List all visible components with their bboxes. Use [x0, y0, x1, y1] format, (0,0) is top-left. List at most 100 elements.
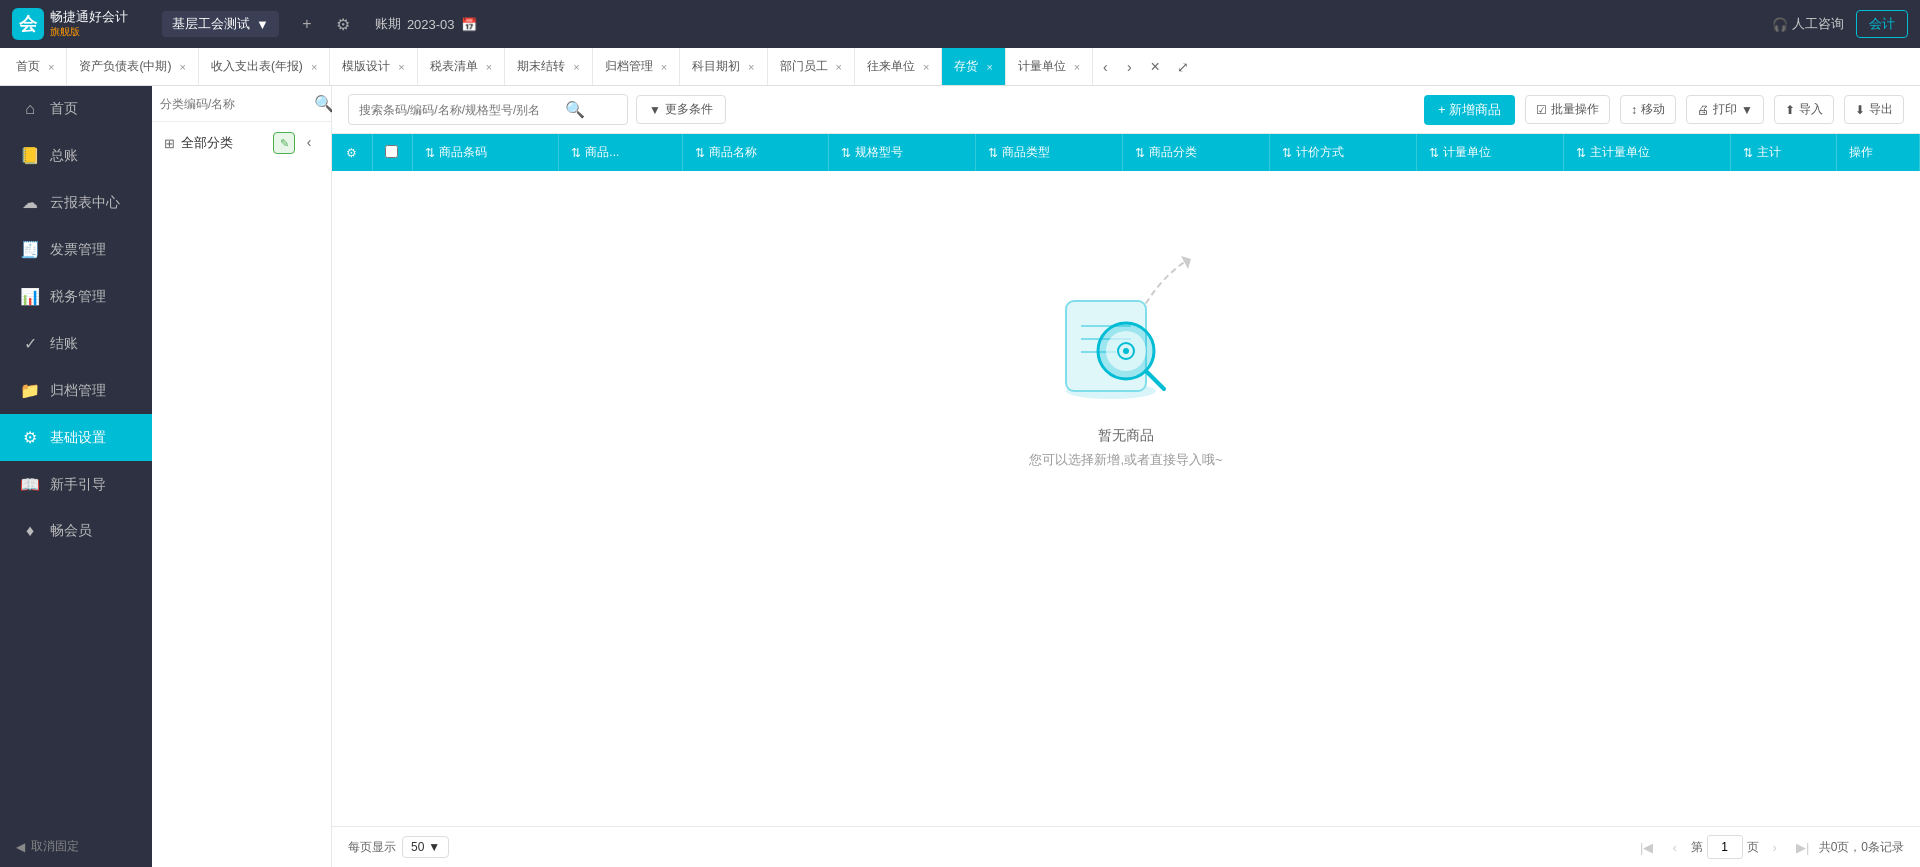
tab-close-icon[interactable]: × — [48, 61, 54, 73]
sidebar-item-reports[interactable]: ☁ 云报表中心 — [0, 179, 152, 226]
sidebar-label: 新手引导 — [50, 476, 106, 494]
tab-unit[interactable]: 计量单位 × — [1006, 48, 1093, 86]
tab-close-icon[interactable]: × — [986, 61, 992, 73]
edit-category-button[interactable]: ✎ — [273, 132, 295, 154]
settings-button[interactable]: ⚙ — [329, 10, 357, 38]
sidebar-item-guide[interactable]: 📖 新手引导 — [0, 461, 152, 508]
tab-subject[interactable]: 科目期初 × — [680, 48, 767, 86]
toolbar: 🔍 ▼ 更多条件 + 新增商品 ☑ 批量操作 ↕ — [332, 86, 1920, 134]
tab-close-icon[interactable]: × — [486, 61, 492, 73]
account-button[interactable]: 会计 — [1856, 10, 1908, 38]
tab-prev-button[interactable]: ‹ — [1093, 48, 1117, 86]
page-first-button[interactable]: |◀ — [1635, 835, 1659, 859]
page-last-button[interactable]: ▶| — [1791, 835, 1815, 859]
page-number-input[interactable] — [1707, 835, 1743, 859]
tab-inventory[interactable]: 存货 × — [942, 48, 1005, 86]
page-next-button[interactable]: › — [1763, 835, 1787, 859]
settings-column-header[interactable]: ⚙ — [332, 134, 372, 171]
checkbox-column-header[interactable] — [372, 134, 412, 171]
tab-period-end[interactable]: 期末结转 × — [505, 48, 592, 86]
type-column-header[interactable]: ⇅商品类型 — [976, 134, 1123, 171]
tab-close-icon[interactable]: × — [661, 61, 667, 73]
tab-label: 部门员工 — [780, 58, 828, 75]
sidebar-item-ledger[interactable]: 📒 总账 — [0, 132, 152, 179]
name-column-header[interactable]: ⇅商品名称 — [682, 134, 829, 171]
table-header-row: ⚙ ⇅商品条码 ⇅商品... — [332, 134, 1920, 171]
main-layout: ⌂ 首页 📒 总账 ☁ 云报表中心 🧾 发票管理 📊 税务管理 ✓ 结账 📁 归… — [0, 86, 1920, 867]
category-search-icon[interactable]: 🔍 — [314, 94, 334, 113]
settings-icon: ⚙ — [20, 428, 40, 447]
import-button[interactable]: ⬆ 导入 — [1774, 95, 1834, 124]
help-button[interactable]: 🎧 人工咨询 — [1772, 15, 1844, 33]
page-size-dropdown[interactable]: 50 ▼ — [402, 836, 449, 858]
add-product-button[interactable]: + 新增商品 — [1424, 95, 1515, 125]
category-column-header[interactable]: ⇅商品分类 — [1123, 134, 1270, 171]
sidebar-item-archive[interactable]: 📁 归档管理 — [0, 367, 152, 414]
tab-close-icon[interactable]: × — [1074, 61, 1080, 73]
sidebar-label: 畅会员 — [50, 522, 92, 540]
move-button[interactable]: ↕ 移动 — [1620, 95, 1676, 124]
empty-document-icon — [1046, 271, 1186, 411]
sidebar-label: 结账 — [50, 335, 78, 353]
export-button[interactable]: ⬇ 导出 — [1844, 95, 1904, 124]
main-unit-column-header[interactable]: ⇅主计量单位 — [1563, 134, 1730, 171]
sidebar-item-invoice[interactable]: 🧾 发票管理 — [0, 226, 152, 273]
price-method-column-header[interactable]: ⇅计价方式 — [1270, 134, 1417, 171]
calendar-icon[interactable]: 📅 — [461, 17, 477, 32]
tab-template[interactable]: 模版设计 × — [330, 48, 417, 86]
logo-icon: 会 — [12, 8, 44, 40]
main-unit2-column-header[interactable]: ⇅主计 — [1730, 134, 1836, 171]
page-prev-button[interactable]: ‹ — [1663, 835, 1687, 859]
collapse-category-button[interactable]: ‹ — [299, 132, 319, 152]
search-input[interactable] — [359, 103, 559, 117]
tab-home[interactable]: 首页 × — [4, 48, 67, 86]
add-tab-button[interactable]: + — [293, 10, 321, 38]
company-tab[interactable]: 基层工会测试 ▼ — [162, 11, 279, 37]
print-button[interactable]: 🖨 打印 ▼ — [1686, 95, 1764, 124]
category-panel: 🔍 ⊞ 全部分类 ✎ ‹ — [152, 86, 332, 867]
sidebar-item-tax[interactable]: 📊 税务管理 — [0, 273, 152, 320]
filter-button[interactable]: ▼ 更多条件 — [636, 95, 726, 124]
select-all-checkbox[interactable] — [385, 145, 398, 158]
sidebar-item-member[interactable]: ♦ 畅会员 — [0, 508, 152, 554]
pin-label: 取消固定 — [31, 838, 79, 855]
batch-button[interactable]: ☑ 批量操作 — [1525, 95, 1610, 124]
tab-close-icon[interactable]: × — [179, 61, 185, 73]
tab-contact[interactable]: 往来单位 × — [855, 48, 942, 86]
table-container[interactable]: ⚙ ⇅商品条码 ⇅商品... — [332, 134, 1920, 826]
barcode-column-header[interactable]: ⇅商品条码 — [412, 134, 559, 171]
tab-balance-sheet[interactable]: 资产负债表(中期) × — [67, 48, 198, 86]
page-size-value: 50 — [411, 840, 424, 854]
dropdown-arrow-icon: ▼ — [428, 840, 440, 854]
unit-column-header[interactable]: ⇅计量单位 — [1416, 134, 1563, 171]
tab-close-all-button[interactable]: × — [1141, 48, 1169, 86]
tab-label: 期末结转 — [517, 58, 565, 75]
tab-close-icon[interactable]: × — [836, 61, 842, 73]
grid-icon: ⊞ — [164, 136, 175, 151]
category-search-input[interactable] — [160, 97, 310, 111]
pin-icon: ◀ — [16, 840, 25, 854]
tab-label: 模版设计 — [342, 58, 390, 75]
tab-close-icon[interactable]: × — [923, 61, 929, 73]
tab-close-icon[interactable]: × — [311, 61, 317, 73]
batch-icon: ☑ — [1536, 103, 1547, 117]
code-column-header[interactable]: ⇅商品... — [559, 134, 682, 171]
tab-archive[interactable]: 归档管理 × — [593, 48, 680, 86]
sidebar-pin-toggle[interactable]: ◀ 取消固定 — [0, 826, 152, 867]
tab-tax[interactable]: 税表清单 × — [418, 48, 505, 86]
spec-column-header[interactable]: ⇅规格型号 — [829, 134, 976, 171]
tab-close-icon[interactable]: × — [748, 61, 754, 73]
all-category-label: 全部分类 — [181, 134, 233, 152]
sidebar-item-home[interactable]: ⌂ 首页 — [0, 86, 152, 132]
search-icon[interactable]: 🔍 — [565, 100, 585, 119]
tab-close-icon[interactable]: × — [573, 61, 579, 73]
tab-expand-button[interactable]: ⤢ — [1169, 48, 1197, 86]
tab-next-button[interactable]: › — [1117, 48, 1141, 86]
sidebar-item-settings[interactable]: ⚙ 基础设置 — [0, 414, 152, 461]
tab-income[interactable]: 收入支出表(年报) × — [199, 48, 330, 86]
sidebar-item-close[interactable]: ✓ 结账 — [0, 320, 152, 367]
tab-close-icon[interactable]: × — [398, 61, 404, 73]
tab-department[interactable]: 部门员工 × — [768, 48, 855, 86]
filter-icon: ▼ — [649, 103, 661, 117]
category-all-header[interactable]: ⊞ 全部分类 ✎ ‹ — [152, 122, 331, 164]
